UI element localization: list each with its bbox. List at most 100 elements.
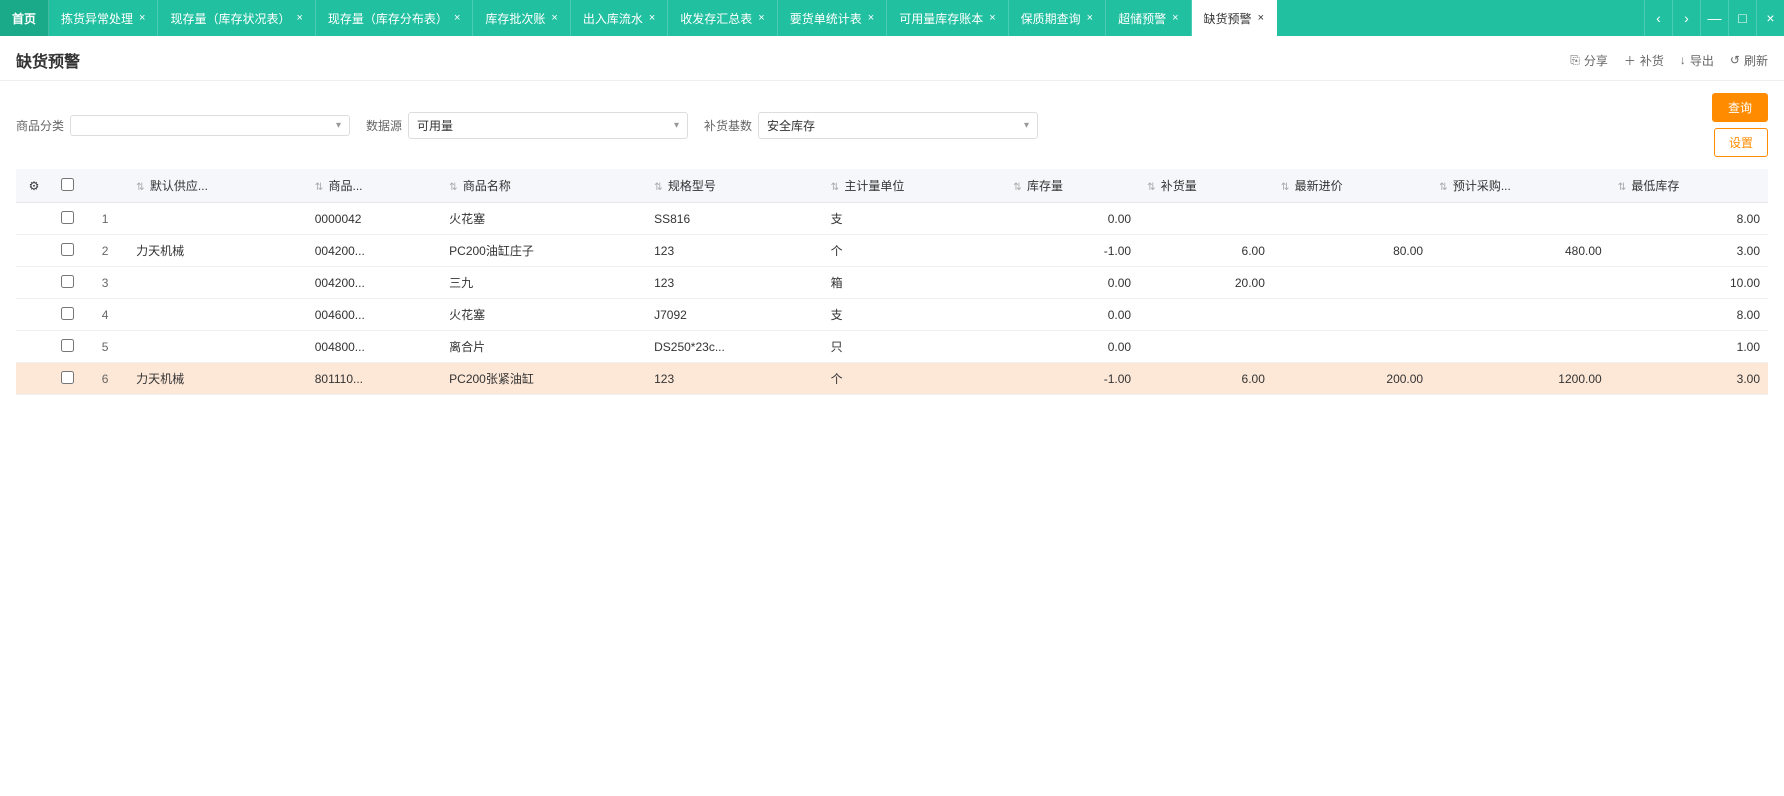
refresh-icon: ↺ — [1730, 53, 1740, 67]
window-close-button[interactable]: × — [1756, 0, 1784, 36]
table-row: 5 004800... 离合片 DS250*23c... 只 0.00 1.00 — [16, 331, 1768, 363]
tab-batch-account[interactable]: 库存批次账 × — [473, 0, 570, 36]
select-all-checkbox[interactable] — [61, 178, 74, 191]
row-name: PC200油缸庄子 — [441, 235, 646, 267]
row-supplier — [128, 267, 307, 299]
row-checkbox-cell[interactable] — [52, 363, 82, 395]
col-unit-header[interactable]: ⇅ 主计量单位 — [823, 169, 1006, 203]
row-checkbox[interactable] — [61, 307, 74, 320]
tab-inventory-dist-close[interactable]: × — [454, 12, 460, 24]
tab-nav-buttons: ‹ › — □ × — [1644, 0, 1784, 36]
row-supplier — [128, 331, 307, 363]
tab-home[interactable]: 首页 — [0, 0, 49, 36]
tab-abnormal[interactable]: 拣货异常处理 × — [49, 0, 158, 36]
sort-icon-price: ⇅ — [1281, 182, 1289, 193]
row-checkbox-cell[interactable] — [52, 331, 82, 363]
row-unit: 支 — [823, 203, 1006, 235]
tab-order-stat[interactable]: 要货单统计表 × — [778, 0, 887, 36]
col-checkbox-header[interactable] — [52, 169, 82, 203]
datasource-select[interactable]: 可用量 ▾ — [408, 112, 688, 139]
page-header: 缺货预警 ⎘ 分享 ＋ 补货 ↓ 导出 ↺ 刷新 — [0, 36, 1784, 81]
share-action[interactable]: ⎘ 分享 — [1570, 52, 1608, 69]
query-button[interactable]: 查询 — [1712, 93, 1768, 122]
tab-inout-flow-close[interactable]: × — [649, 12, 655, 24]
row-replenish-qty: 20.00 — [1139, 267, 1273, 299]
col-min-stock-header[interactable]: ⇅ 最低库存 — [1610, 169, 1768, 203]
row-replenish-qty — [1139, 299, 1273, 331]
row-name: 火花塞 — [441, 203, 646, 235]
row-checkbox[interactable] — [61, 211, 74, 224]
col-name-header[interactable]: ⇅ 商品名称 — [441, 169, 646, 203]
row-checkbox-cell[interactable] — [52, 267, 82, 299]
filter-actions: 查询 设置 — [1712, 93, 1768, 157]
col-price-header[interactable]: ⇅ 最新进价 — [1273, 169, 1431, 203]
row-supplier: 力天机械 — [128, 235, 307, 267]
table-row: 2 力天机械 004200... PC200油缸庄子 123 个 -1.00 6… — [16, 235, 1768, 267]
data-table: ⚙ ⇅ 默认供应... ⇅ 商品... ⇅ — [16, 169, 1768, 395]
row-spec: SS816 — [646, 203, 822, 235]
tab-overstock-warning-close[interactable]: × — [1172, 12, 1178, 24]
tab-available-ledger-close[interactable]: × — [989, 12, 995, 24]
row-unit: 只 — [823, 331, 1006, 363]
row-est-purchase — [1431, 267, 1610, 299]
tab-inventory-dist[interactable]: 现存量（库存分布表） × — [316, 0, 473, 36]
window-minimize-button[interactable]: — — [1700, 0, 1728, 36]
category-select[interactable]: ▾ — [70, 115, 350, 136]
col-code-header[interactable]: ⇅ 商品... — [307, 169, 441, 203]
row-settings — [16, 203, 52, 235]
replenish-value: 安全库存 — [767, 117, 815, 134]
tab-next-button[interactable]: › — [1672, 0, 1700, 36]
row-replenish-qty — [1139, 203, 1273, 235]
sort-icon-name: ⇅ — [449, 182, 457, 193]
tab-inventory-status[interactable]: 现存量（库存状况表） × — [158, 0, 315, 36]
row-checkbox[interactable] — [61, 275, 74, 288]
tab-batch-account-close[interactable]: × — [551, 12, 557, 24]
row-checkbox-cell[interactable] — [52, 299, 82, 331]
row-checkbox-cell[interactable] — [52, 203, 82, 235]
replenish-select[interactable]: 安全库存 ▾ — [758, 112, 1038, 139]
tab-order-stat-close[interactable]: × — [868, 12, 874, 24]
row-latest-price — [1273, 299, 1431, 331]
row-name: 离合片 — [441, 331, 646, 363]
tab-shortage-warning[interactable]: 缺货预警 × — [1192, 0, 1277, 36]
row-checkbox[interactable] — [61, 339, 74, 352]
col-replenish-header[interactable]: ⇅ 补货量 — [1139, 169, 1273, 203]
col-settings[interactable]: ⚙ — [16, 169, 52, 203]
tab-expiry-query-close[interactable]: × — [1087, 12, 1093, 24]
col-spec-header[interactable]: ⇅ 规格型号 — [646, 169, 822, 203]
row-checkbox[interactable] — [61, 243, 74, 256]
row-settings — [16, 363, 52, 395]
tab-receive-summary[interactable]: 收发存汇总表 × — [668, 0, 777, 36]
col-supplier-header[interactable]: ⇅ 默认供应... — [128, 169, 307, 203]
tab-expiry-query[interactable]: 保质期查询 × — [1009, 0, 1106, 36]
table-row: 1 0000042 火花塞 SS816 支 0.00 8.00 — [16, 203, 1768, 235]
table-settings-icon[interactable]: ⚙ — [29, 179, 40, 193]
category-label: 商品分类 — [16, 117, 64, 134]
tab-shortage-warning-close[interactable]: × — [1258, 12, 1264, 24]
tab-receive-summary-close[interactable]: × — [758, 12, 764, 24]
replenish-action[interactable]: ＋ 补货 — [1624, 52, 1664, 69]
tab-overstock-warning[interactable]: 超储预警 × — [1106, 0, 1191, 36]
col-stock-header[interactable]: ⇅ 库存量 — [1005, 169, 1139, 203]
category-dropdown-icon: ▾ — [336, 120, 341, 131]
refresh-action[interactable]: ↺ 刷新 — [1730, 52, 1768, 69]
row-code: 0000042 — [307, 203, 441, 235]
tab-abnormal-close[interactable]: × — [139, 12, 145, 24]
row-spec: 123 — [646, 235, 822, 267]
row-supplier — [128, 203, 307, 235]
row-latest-price — [1273, 267, 1431, 299]
settings-button[interactable]: 设置 — [1714, 128, 1768, 157]
tab-inventory-status-close[interactable]: × — [296, 12, 302, 24]
row-latest-price: 80.00 — [1273, 235, 1431, 267]
col-est-purchase-header[interactable]: ⇅ 预计采购... — [1431, 169, 1610, 203]
tab-available-ledger[interactable]: 可用量库存账本 × — [887, 0, 1008, 36]
row-latest-price — [1273, 331, 1431, 363]
sort-icon-min: ⇅ — [1618, 182, 1626, 193]
tab-prev-button[interactable]: ‹ — [1644, 0, 1672, 36]
row-num: 1 — [82, 203, 128, 235]
tab-inout-flow[interactable]: 出入库流水 × — [571, 0, 668, 36]
export-action[interactable]: ↓ 导出 — [1680, 52, 1714, 69]
row-checkbox-cell[interactable] — [52, 235, 82, 267]
window-maximize-button[interactable]: □ — [1728, 0, 1756, 36]
row-checkbox[interactable] — [61, 371, 74, 384]
